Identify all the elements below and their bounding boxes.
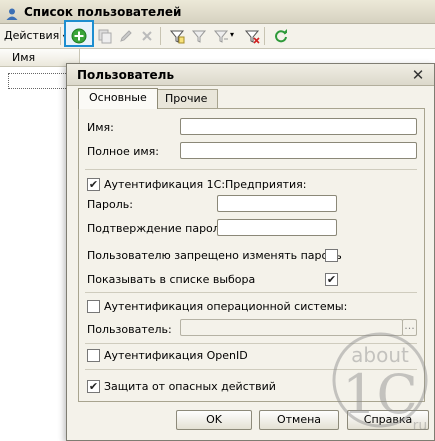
add-button[interactable]	[70, 27, 88, 45]
protection-checkbox[interactable]	[87, 380, 100, 393]
name-field[interactable]	[180, 118, 417, 135]
openid-checkbox[interactable]	[87, 349, 100, 362]
full-name-field[interactable]	[180, 142, 417, 159]
actions-menu[interactable]: Действия ▾	[4, 28, 67, 45]
actions-label: Действия	[4, 29, 60, 42]
dialog-title: Пользователь	[67, 64, 434, 86]
password-confirm-label: Подтверждение пароля:	[87, 222, 231, 235]
auth-1c-label: Аутентификация 1С:Предприятия:	[104, 178, 307, 191]
show-in-list-checkbox[interactable]	[325, 273, 338, 286]
password-field[interactable]	[217, 195, 337, 212]
os-auth-checkbox[interactable]	[87, 300, 100, 313]
full-name-label: Полное имя:	[87, 145, 159, 158]
filter-off-icon[interactable]	[190, 27, 208, 45]
name-label: Имя:	[87, 121, 114, 134]
forbid-change-checkbox[interactable]	[325, 249, 338, 262]
hierarchy-icon[interactable]	[212, 27, 230, 45]
filter-clear-icon[interactable]	[243, 27, 261, 45]
divider	[85, 169, 417, 170]
protection-label: Защита от опасных действий	[104, 380, 276, 393]
cancel-button[interactable]: Отмена	[259, 410, 339, 430]
delete-icon[interactable]	[138, 27, 156, 45]
dropdown-arrow-icon[interactable]: ▾	[230, 30, 234, 39]
os-auth-label: Аутентификация операционной системы:	[104, 300, 348, 313]
password-label: Пароль:	[87, 198, 133, 211]
watermark-line3: ru	[413, 418, 428, 434]
tab-other[interactable]: Прочие	[154, 89, 219, 109]
users-icon	[5, 5, 19, 20]
show-in-list-label: Показывать в списке выбора	[87, 273, 256, 286]
edit-icon[interactable]	[117, 27, 135, 45]
divider	[85, 292, 417, 293]
filter-icon[interactable]	[168, 27, 186, 45]
toolbar-separator	[60, 27, 61, 45]
openid-label: Аутентификация OpenID	[104, 349, 248, 362]
password-confirm-field[interactable]	[217, 219, 337, 236]
watermark-line2: 1C	[342, 363, 418, 426]
tab-main[interactable]: Основные	[78, 88, 158, 109]
toolbar-separator	[264, 27, 265, 45]
toolbar-separator	[160, 27, 161, 45]
main-window-title-text: Список пользователей	[24, 5, 182, 19]
auth-1c-checkbox[interactable]	[87, 178, 100, 191]
close-icon[interactable]: ✕	[410, 67, 426, 83]
copy-icon[interactable]	[96, 27, 114, 45]
forbid-change-label: Пользователю запрещено изменять пароль	[87, 249, 342, 262]
about1c-watermark: about 1C ru	[330, 318, 430, 438]
refresh-icon[interactable]	[272, 27, 290, 45]
ok-button[interactable]: OK	[176, 410, 252, 430]
os-user-label: Пользователь:	[87, 323, 172, 336]
